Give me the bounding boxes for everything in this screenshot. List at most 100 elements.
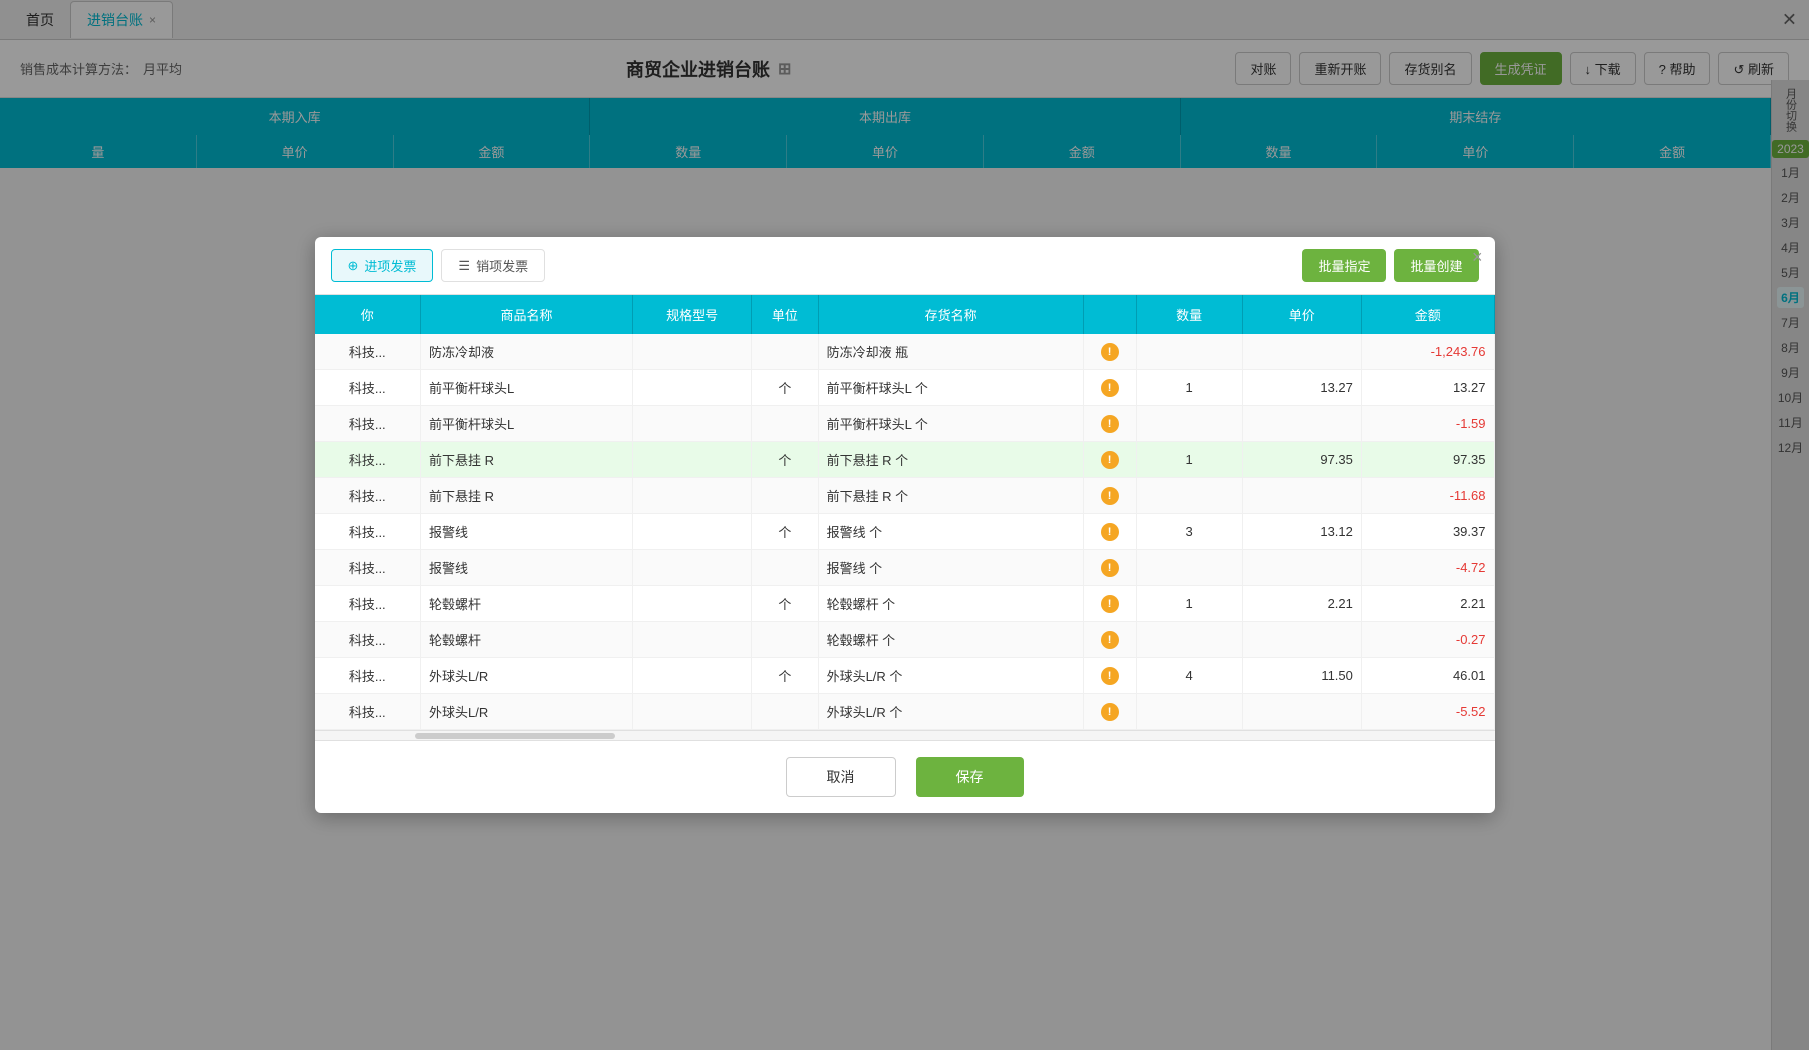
table-row[interactable]: 科技...轮毂螺杆轮毂螺杆 个!-0.27	[315, 622, 1495, 658]
cell-10-7	[1242, 694, 1361, 730]
tab-in-invoice[interactable]: ⊕ 进项发票	[331, 249, 434, 282]
cell-2-0: 科技...	[315, 406, 421, 442]
table-row[interactable]: 科技...前平衡杆球头L个前平衡杆球头L 个!113.2713.27	[315, 370, 1495, 406]
table-row[interactable]: 科技...报警线个报警线 个!313.1239.37	[315, 514, 1495, 550]
cell-0-3	[752, 334, 818, 370]
cell-10-6	[1136, 694, 1242, 730]
cell-4-8: -11.68	[1361, 478, 1494, 514]
horizontal-scrollbar[interactable]	[315, 730, 1495, 740]
warning-icon: !	[1101, 451, 1119, 469]
cell-2-7	[1242, 406, 1361, 442]
cell-4-1: 前下悬挂 R	[421, 478, 633, 514]
warning-icon: !	[1101, 559, 1119, 577]
modal-dialog: ⊕ 进项发票 ☰ 销项发票 批量指定 批量创建 × 你	[315, 237, 1495, 813]
cell-8-5: !	[1083, 622, 1136, 658]
th-price: 单价	[1242, 295, 1361, 334]
cell-6-4: 报警线 个	[818, 550, 1083, 586]
cell-4-5: !	[1083, 478, 1136, 514]
cell-2-1: 前平衡杆球头L	[421, 406, 633, 442]
cell-9-5: !	[1083, 658, 1136, 694]
cell-1-6: 1	[1136, 370, 1242, 406]
cell-3-3: 个	[752, 442, 818, 478]
cell-2-2	[633, 406, 752, 442]
cell-8-8: -0.27	[1361, 622, 1494, 658]
table-row[interactable]: 科技...防冻冷却液防冻冷却液 瓶!-1,243.76	[315, 334, 1495, 370]
cell-6-0: 科技...	[315, 550, 421, 586]
cell-0-7	[1242, 334, 1361, 370]
cell-1-4: 前平衡杆球头L 个	[818, 370, 1083, 406]
cancel-button[interactable]: 取消	[786, 757, 896, 797]
cell-6-7	[1242, 550, 1361, 586]
cell-10-5: !	[1083, 694, 1136, 730]
warning-icon: !	[1101, 667, 1119, 685]
table-row[interactable]: 科技...轮毂螺杆个轮毂螺杆 个!12.212.21	[315, 586, 1495, 622]
cell-7-6: 1	[1136, 586, 1242, 622]
th-warning	[1083, 295, 1136, 334]
warning-icon: !	[1101, 631, 1119, 649]
cell-0-6	[1136, 334, 1242, 370]
cell-9-4: 外球头L/R 个	[818, 658, 1083, 694]
th-col1: 你	[315, 295, 421, 334]
cell-8-0: 科技...	[315, 622, 421, 658]
warning-icon: !	[1101, 595, 1119, 613]
cell-2-6	[1136, 406, 1242, 442]
table-row[interactable]: 科技...前下悬挂 R前下悬挂 R 个!-11.68	[315, 478, 1495, 514]
save-button[interactable]: 保存	[916, 757, 1024, 797]
cell-2-4: 前平衡杆球头L 个	[818, 406, 1083, 442]
cell-8-6	[1136, 622, 1242, 658]
cell-7-3: 个	[752, 586, 818, 622]
warning-icon: !	[1101, 343, 1119, 361]
cell-8-2	[633, 622, 752, 658]
cell-3-1: 前下悬挂 R	[421, 442, 633, 478]
cell-0-5: !	[1083, 334, 1136, 370]
cell-3-0: 科技...	[315, 442, 421, 478]
cell-9-1: 外球头L/R	[421, 658, 633, 694]
cell-5-2	[633, 514, 752, 550]
cell-6-8: -4.72	[1361, 550, 1494, 586]
cell-5-8: 39.37	[1361, 514, 1494, 550]
cell-3-8: 97.35	[1361, 442, 1494, 478]
cell-3-7: 97.35	[1242, 442, 1361, 478]
cell-8-1: 轮毂螺杆	[421, 622, 633, 658]
table-row[interactable]: 科技...外球头L/R个外球头L/R 个!411.5046.01	[315, 658, 1495, 694]
cell-10-4: 外球头L/R 个	[818, 694, 1083, 730]
cell-3-5: !	[1083, 442, 1136, 478]
batch-create-button[interactable]: 批量创建	[1394, 249, 1478, 282]
cell-6-1: 报警线	[421, 550, 633, 586]
table-row[interactable]: 科技...外球头L/R外球头L/R 个!-5.52	[315, 694, 1495, 730]
cell-10-1: 外球头L/R	[421, 694, 633, 730]
cell-4-3	[752, 478, 818, 514]
cell-7-7: 2.21	[1242, 586, 1361, 622]
cell-2-3	[752, 406, 818, 442]
th-stock-name: 存货名称	[818, 295, 1083, 334]
cell-8-7	[1242, 622, 1361, 658]
cell-6-3	[752, 550, 818, 586]
cell-3-2	[633, 442, 752, 478]
th-spec: 规格型号	[633, 295, 752, 334]
cell-10-2	[633, 694, 752, 730]
cell-1-3: 个	[752, 370, 818, 406]
invoice-table: 你 商品名称 规格型号 单位 存货名称 数量 单价 金额 科技...防冻冷却液防…	[315, 295, 1495, 730]
tab-in-icon: ⊕	[348, 258, 359, 274]
cell-9-3: 个	[752, 658, 818, 694]
cell-5-3: 个	[752, 514, 818, 550]
cell-7-0: 科技...	[315, 586, 421, 622]
cell-9-2	[633, 658, 752, 694]
cell-7-1: 轮毂螺杆	[421, 586, 633, 622]
warning-icon: !	[1101, 487, 1119, 505]
tab-in-label: 进项发票	[364, 256, 416, 275]
tab-out-invoice[interactable]: ☰ 销项发票	[441, 249, 545, 282]
th-amount: 金额	[1361, 295, 1494, 334]
cell-7-4: 轮毂螺杆 个	[818, 586, 1083, 622]
table-row[interactable]: 科技...报警线 报警线 个! -4.72	[315, 550, 1495, 586]
cell-7-5: !	[1083, 586, 1136, 622]
cell-5-5: !	[1083, 514, 1136, 550]
cell-0-4: 防冻冷却液 瓶	[818, 334, 1083, 370]
table-row[interactable]: 科技...前下悬挂 R个前下悬挂 R 个!197.3597.35	[315, 442, 1495, 478]
cell-7-2	[633, 586, 752, 622]
table-row[interactable]: 科技...前平衡杆球头L前平衡杆球头L 个!-1.59	[315, 406, 1495, 442]
batch-assign-button[interactable]: 批量指定	[1302, 249, 1386, 282]
modal-close-button[interactable]: ×	[1472, 247, 1483, 268]
cell-6-5: !	[1083, 550, 1136, 586]
modal-overlay: ⊕ 进项发票 ☰ 销项发票 批量指定 批量创建 × 你	[0, 40, 1809, 1050]
